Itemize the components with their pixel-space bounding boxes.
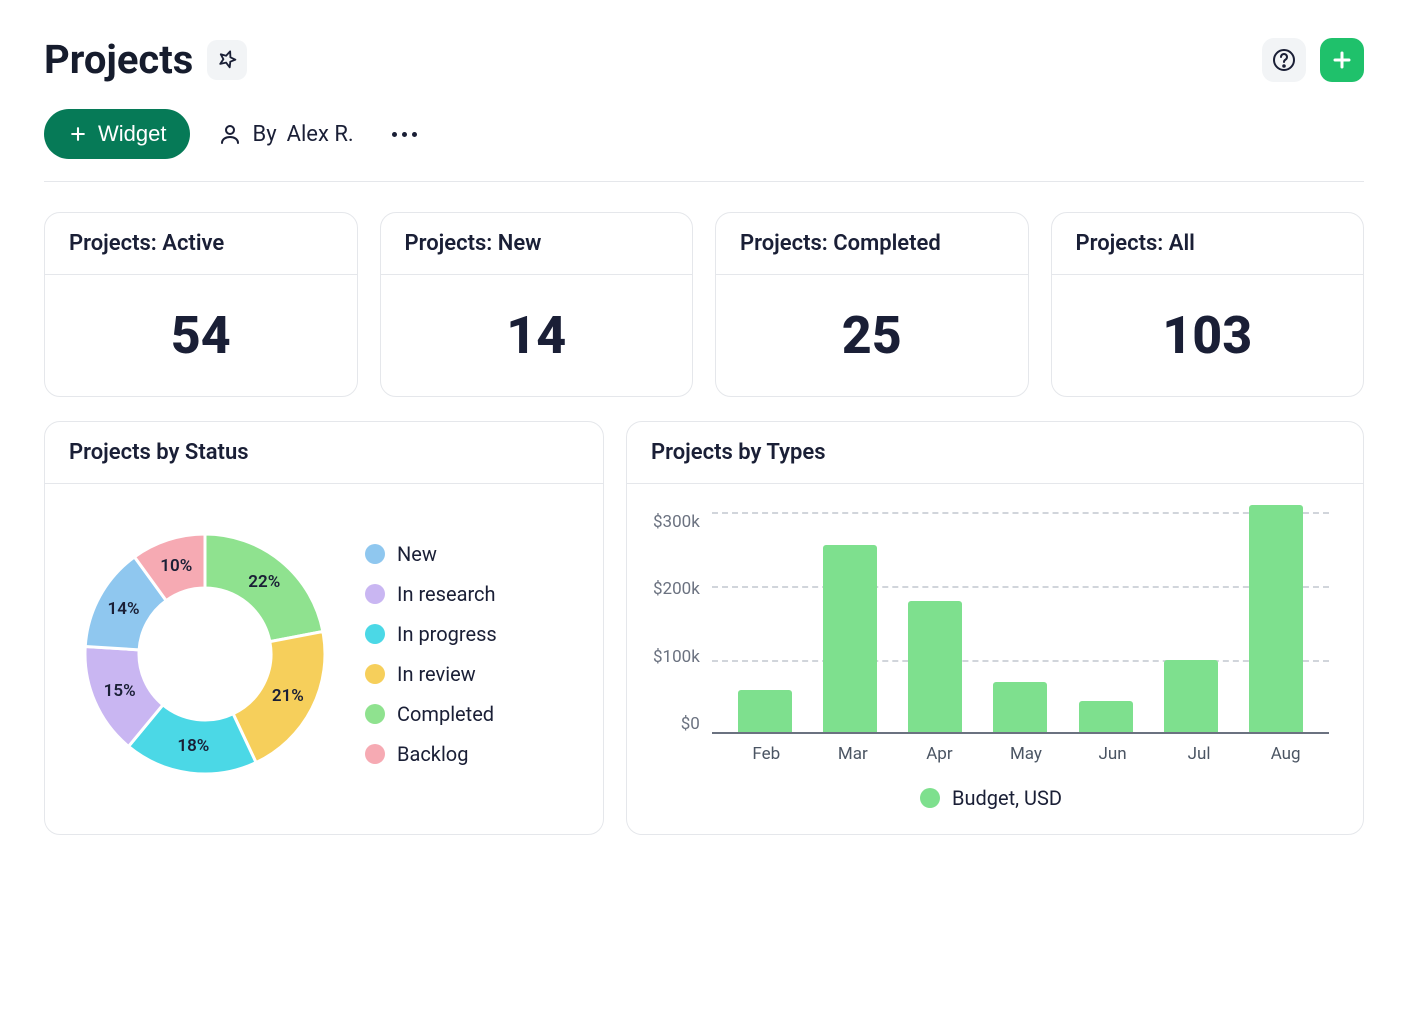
plus-icon bbox=[1330, 48, 1354, 72]
donut-slice-label: 22% bbox=[248, 572, 280, 592]
bar[interactable] bbox=[1164, 660, 1218, 734]
legend-item[interactable]: Backlog bbox=[365, 742, 497, 766]
y-tick-label: $100k bbox=[653, 647, 700, 667]
donut-slice-label: 21% bbox=[272, 686, 304, 706]
legend-color-swatch bbox=[365, 544, 385, 564]
stat-label: Projects: Completed bbox=[716, 213, 1028, 275]
y-tick-label: $200k bbox=[653, 579, 700, 599]
dot-icon bbox=[392, 132, 397, 137]
stat-value: 103 bbox=[1052, 275, 1364, 396]
types-chart-card: Projects by Types $300k $200k $100k $0 Feb M… bbox=[626, 421, 1364, 835]
legend-label: New bbox=[397, 542, 437, 566]
y-tick-label: $300k bbox=[653, 512, 700, 532]
donut-chart: 22% 21% 18% 15% 14% 10% bbox=[75, 524, 335, 784]
bar[interactable] bbox=[993, 682, 1047, 734]
donut-slice-label: 14% bbox=[108, 599, 140, 619]
stat-card[interactable]: Projects: Completed25 bbox=[715, 212, 1029, 397]
x-tick-label: Jul bbox=[1172, 744, 1226, 764]
help-button[interactable] bbox=[1262, 38, 1306, 82]
donut-slice-label: 15% bbox=[104, 681, 136, 701]
donut-slice-label: 18% bbox=[177, 736, 209, 756]
legend-label: Completed bbox=[397, 702, 494, 726]
bar[interactable] bbox=[1079, 701, 1133, 734]
dot-icon bbox=[412, 132, 417, 137]
add-button[interactable] bbox=[1320, 38, 1364, 82]
user-icon bbox=[218, 122, 242, 146]
status-chart-card: Projects by Status 22% 21% 18% 15% 14% 10% Ne… bbox=[44, 421, 604, 835]
legend-item[interactable]: In progress bbox=[365, 622, 497, 646]
stat-card[interactable]: Projects: Active54 bbox=[44, 212, 358, 397]
pin-icon bbox=[216, 49, 238, 71]
stat-label: Projects: All bbox=[1052, 213, 1364, 275]
dot-icon bbox=[402, 132, 407, 137]
more-button[interactable] bbox=[382, 126, 427, 143]
legend-item[interactable]: In review bbox=[365, 662, 497, 686]
plus-icon bbox=[68, 124, 88, 144]
legend-color-swatch bbox=[365, 584, 385, 604]
types-chart-legend: Budget, USD bbox=[653, 786, 1329, 810]
legend-color-swatch bbox=[365, 744, 385, 764]
stat-value: 14 bbox=[381, 275, 693, 396]
stat-value: 25 bbox=[716, 275, 1028, 396]
x-tick-label: Mar bbox=[826, 744, 880, 764]
legend-label: In research bbox=[397, 582, 496, 606]
author-prefix: By bbox=[252, 122, 276, 147]
legend-label: In progress bbox=[397, 622, 497, 646]
bar[interactable] bbox=[908, 601, 962, 734]
types-chart-legend-label: Budget, USD bbox=[952, 786, 1062, 810]
help-icon bbox=[1272, 48, 1296, 72]
legend-color-swatch bbox=[920, 788, 940, 808]
divider bbox=[44, 181, 1364, 182]
donut-slice-label: 10% bbox=[160, 556, 192, 576]
y-tick-label: $0 bbox=[681, 714, 700, 734]
stat-card[interactable]: Projects: New14 bbox=[380, 212, 694, 397]
author-chip[interactable]: By Alex R. bbox=[218, 122, 353, 147]
legend-color-swatch bbox=[365, 624, 385, 644]
pin-button[interactable] bbox=[207, 40, 247, 80]
legend-item[interactable]: New bbox=[365, 542, 497, 566]
legend-item[interactable]: In research bbox=[365, 582, 497, 606]
bar[interactable] bbox=[1249, 505, 1303, 734]
legend-color-swatch bbox=[365, 664, 385, 684]
legend-item[interactable]: Completed bbox=[365, 702, 497, 726]
stat-label: Projects: New bbox=[381, 213, 693, 275]
legend-color-swatch bbox=[365, 704, 385, 724]
bar[interactable] bbox=[823, 545, 877, 734]
types-chart-title: Projects by Types bbox=[627, 422, 1363, 484]
legend-label: In review bbox=[397, 662, 476, 686]
x-tick-label: Jun bbox=[1086, 744, 1140, 764]
x-tick-label: Feb bbox=[739, 744, 793, 764]
widget-button[interactable]: Widget bbox=[44, 109, 190, 159]
widget-button-label: Widget bbox=[98, 121, 166, 147]
stat-label: Projects: Active bbox=[45, 213, 357, 275]
x-tick-label: Aug bbox=[1259, 744, 1313, 764]
page-title: Projects bbox=[44, 36, 193, 83]
stat-value: 54 bbox=[45, 275, 357, 396]
legend-label: Backlog bbox=[397, 742, 468, 766]
stat-card[interactable]: Projects: All103 bbox=[1051, 212, 1365, 397]
status-chart-title: Projects by Status bbox=[45, 422, 603, 484]
x-tick-label: Apr bbox=[912, 744, 966, 764]
bar[interactable] bbox=[738, 690, 792, 734]
author-name: Alex R. bbox=[287, 122, 354, 147]
x-tick-label: May bbox=[999, 744, 1053, 764]
